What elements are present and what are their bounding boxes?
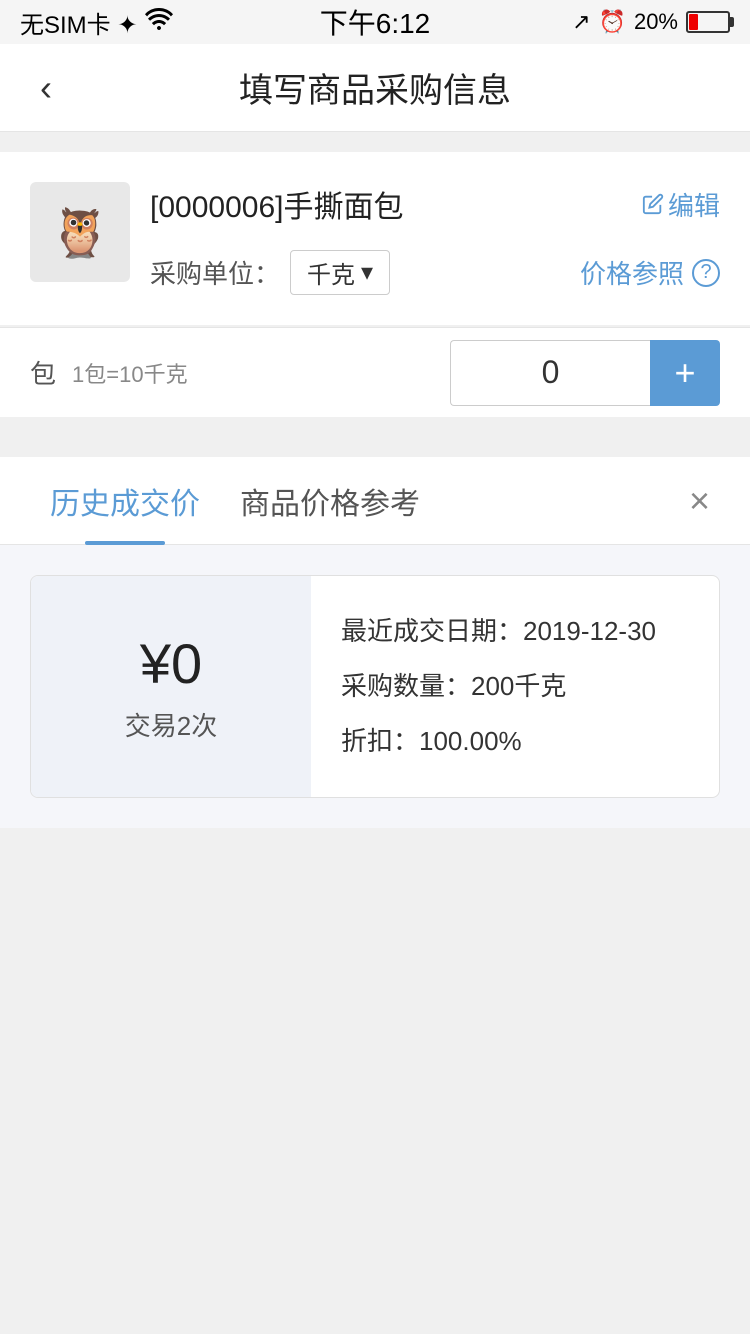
status-right: ↗ ⏰ 20% [572, 9, 730, 35]
quantity-row: 包 1包=10千克 0 + [0, 327, 750, 417]
tab-close-button[interactable]: × [679, 470, 720, 532]
tabs-header: 历史成交价 商品价格参考 × [0, 457, 750, 545]
separator [0, 417, 750, 437]
price-ref-button[interactable]: 价格参照 ? [580, 254, 720, 291]
price-amount: ¥0 [140, 631, 202, 696]
wifi-icon [145, 8, 173, 37]
alarm-icon: ⏰ [599, 9, 626, 35]
price-card-right: 最近成交日期：2019-12-30 采购数量：200千克 折扣：100.00% [311, 576, 719, 797]
page-title: 填写商品采购信息 [239, 63, 511, 112]
price-detail-qty: 采购数量：200千克 [341, 667, 689, 706]
carrier-text: 无SIM卡 ✦ [20, 5, 137, 40]
unit-select[interactable]: 千克 ▾ [290, 250, 390, 295]
quantity-unit-desc: 1包=10千克 [72, 357, 188, 389]
price-detail-discount: 折扣：100.00% [341, 722, 689, 761]
quantity-plus-button[interactable]: + [650, 340, 720, 406]
quantity-input[interactable]: 0 [450, 340, 650, 406]
status-left: 无SIM卡 ✦ [20, 5, 173, 40]
price-card-container: ¥0 交易2次 最近成交日期：2019-12-30 采购数量：200千克 折扣：… [0, 545, 750, 828]
price-times: 交易2次 [125, 706, 217, 743]
edit-button[interactable]: 编辑 [642, 186, 720, 223]
status-time: 下午6:12 [320, 2, 431, 42]
quantity-input-area: 0 + [450, 340, 720, 406]
price-card-left: ¥0 交易2次 [31, 576, 311, 797]
product-card: 🦉 [0000006]手撕面包 编辑 采购单位： 千克 ▾ [0, 152, 750, 325]
unit-label: 采购单位： 千克 ▾ [150, 250, 390, 295]
back-button[interactable]: ‹ [30, 57, 62, 119]
quantity-label: 包 1包=10千克 [30, 354, 188, 391]
nav-bar: ‹ 填写商品采购信息 [0, 44, 750, 132]
product-info: [0000006]手撕面包 编辑 采购单位： 千克 ▾ [150, 182, 720, 295]
product-name: [0000006]手撕面包 [150, 182, 403, 226]
battery-text: 20% [634, 9, 678, 35]
status-bar: 无SIM卡 ✦ 下午6:12 ↗ ⏰ 20% [0, 0, 750, 44]
dropdown-arrow-icon: ▾ [361, 258, 373, 287]
location-icon: ↗ [572, 9, 590, 35]
price-detail-date: 最近成交日期：2019-12-30 [341, 612, 689, 651]
tab-history-price[interactable]: 历史成交价 [30, 457, 220, 545]
price-card: ¥0 交易2次 最近成交日期：2019-12-30 采购数量：200千克 折扣：… [30, 575, 720, 798]
battery-icon [686, 11, 730, 33]
tabs-container: 历史成交价 商品价格参考 × ¥0 交易2次 最近成交日期：2019-12-30… [0, 457, 750, 828]
tab-product-price-ref[interactable]: 商品价格参考 [220, 457, 440, 545]
product-thumbnail: 🦉 [30, 182, 130, 282]
help-icon: ? [692, 259, 720, 287]
product-image-icon: 🦉 [50, 204, 110, 261]
